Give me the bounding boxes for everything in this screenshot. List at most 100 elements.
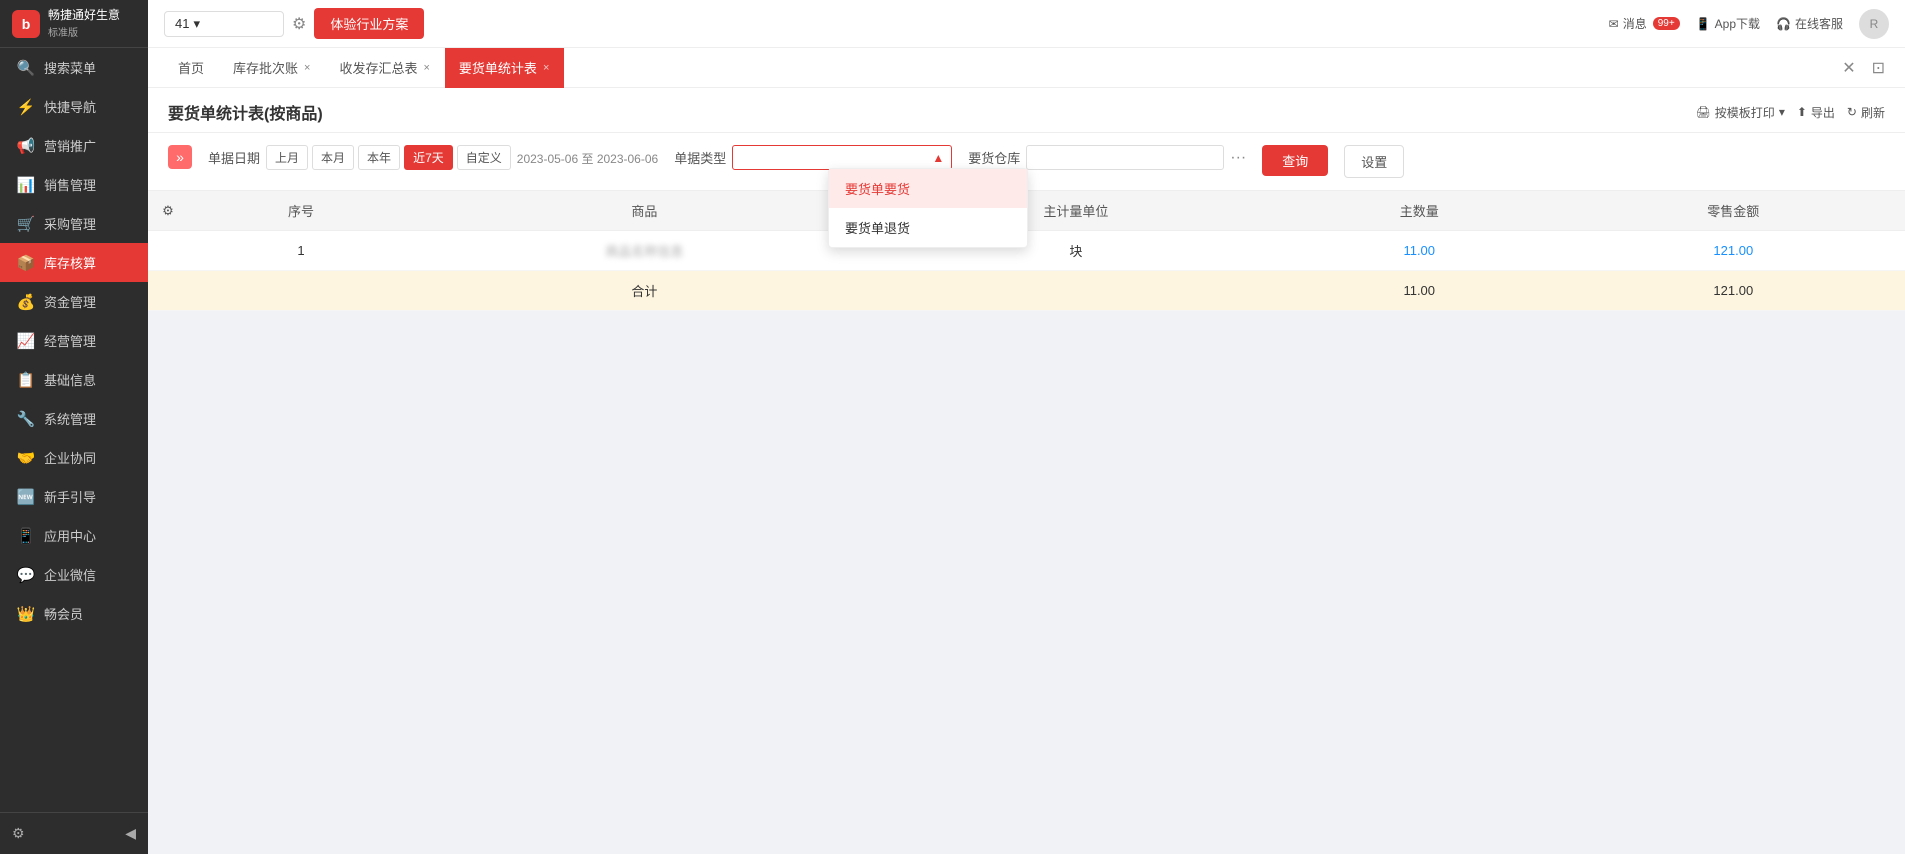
sidebar-item-members[interactable]: 👑 畅会员 (0, 594, 148, 633)
warehouse-filter-group: 要货仓库 ··· (968, 145, 1246, 170)
goods-name-blurred: 商品名称信息 (605, 244, 683, 259)
tab-recv-summary[interactable]: 收发存汇总表 × (325, 48, 444, 88)
cooperation-icon: 🤝 (16, 449, 36, 467)
user-avatar[interactable]: R (1859, 9, 1889, 39)
type-select-wrapper: ▲ (732, 145, 952, 170)
tab-inventory-batch[interactable]: 库存批次账 × (219, 48, 325, 88)
export-label: 导出 (1811, 104, 1835, 121)
sidebar-item-operations[interactable]: 📈 经营管理 (0, 321, 148, 360)
row-qty-link[interactable]: 11.00 (1403, 243, 1435, 258)
settings-btn[interactable]: 设置 (1344, 145, 1404, 178)
sidebar-item-sales[interactable]: 📊 销售管理 (0, 165, 148, 204)
operations-icon: 📈 (16, 332, 36, 350)
print-icon: 🖨 (1696, 105, 1711, 119)
footer-qty-cell: 11.00 (1277, 271, 1562, 311)
company-selector[interactable]: 41 ▾ (164, 11, 284, 37)
custom-btn[interactable]: 自定义 (457, 145, 511, 170)
this-year-btn[interactable]: 本年 (358, 145, 400, 170)
sidebar-item-label-finance: 资金管理 (44, 292, 96, 311)
sidebar-item-search[interactable]: 🔍 搜索菜单 (0, 48, 148, 87)
tab-requisition-stat-close[interactable]: × (543, 62, 549, 74)
app-name: 畅捷通好生意 (48, 8, 120, 24)
sidebar-item-cooperation[interactable]: 🤝 企业协同 (0, 438, 148, 477)
type-select-input[interactable] (732, 145, 952, 170)
sidebar-item-label-search: 搜索菜单 (44, 58, 96, 77)
this-month-btn[interactable]: 本月 (312, 145, 354, 170)
tab-home[interactable]: 首页 (164, 48, 219, 88)
date-filter-label: 单据日期 (208, 148, 260, 167)
close-all-tabs-btn[interactable]: ✕ (1838, 58, 1859, 78)
tab-inventory-batch-label: 库存批次账 (233, 58, 298, 77)
sidebar-item-app-center[interactable]: 📱 应用中心 (0, 516, 148, 555)
topbar: 41 ▾ ⚙ 体验行业方案 ✉ 消息 99+ 📱 App下载 🎧 在线客服 R (148, 0, 1905, 48)
date-quick-btns: 上月 本月 本年 近7天 自定义 (266, 145, 511, 170)
table-footer-row: 合计 11.00 121.00 (148, 271, 1905, 311)
table-qty-col-header: 主数量 (1277, 191, 1562, 231)
expand-tabs-btn[interactable]: ⊡ (1868, 58, 1889, 78)
company-dropdown-icon: ▾ (193, 16, 200, 32)
sidebar-item-label-guide: 新手引导 (44, 487, 96, 506)
sidebar-item-inventory[interactable]: 📦 库存核算 (0, 243, 148, 282)
app-version: 标准版 (48, 24, 120, 39)
page-content: 要货单统计表(按商品) 🖨 按模板打印 ▾ ⬆ 导出 ↻ 刷新 » (148, 88, 1905, 854)
sidebar-bottom: ⚙ ◀ (0, 812, 148, 854)
row-qty-cell: 11.00 (1277, 231, 1562, 271)
filter-expand-btn[interactable]: » (168, 145, 192, 169)
page-actions: 🖨 按模板打印 ▾ ⬆ 导出 ↻ 刷新 (1696, 104, 1885, 121)
footer-unit-cell (875, 271, 1277, 311)
last7-btn[interactable]: 近7天 (404, 145, 453, 170)
sidebar-item-basic-info[interactable]: 📋 基础信息 (0, 360, 148, 399)
print-dropdown-icon: ▾ (1779, 105, 1785, 119)
date-filter-group: 单据日期 上月 本月 本年 近7天 自定义 2023-05-06 至 2023-… (208, 145, 658, 170)
tab-recv-summary-close[interactable]: × (423, 62, 429, 74)
sales-icon: 📊 (16, 176, 36, 194)
tab-recv-summary-label: 收发存汇总表 (339, 58, 417, 77)
sidebar-item-finance[interactable]: 💰 资金管理 (0, 282, 148, 321)
trial-btn[interactable]: 体验行业方案 (314, 8, 424, 39)
app-download-label: App下载 (1715, 15, 1760, 32)
print-action[interactable]: 🖨 按模板打印 ▾ (1696, 104, 1785, 121)
collapse-sidebar-btn[interactable]: ◀ (121, 821, 140, 846)
tab-requisition-stat[interactable]: 要货单统计表 × (445, 48, 564, 88)
sidebar-item-label-wechat: 企业微信 (44, 565, 96, 584)
row-amount-link[interactable]: 121.00 (1713, 243, 1753, 258)
headset-icon: 🎧 (1776, 17, 1791, 31)
dropdown-item-requisition-return[interactable]: 要货单退货 (829, 208, 1027, 247)
app-center-icon: 📱 (16, 527, 36, 545)
warehouse-input[interactable] (1026, 145, 1224, 170)
page-title: 要货单统计表(按商品) (168, 100, 323, 124)
basic-info-icon: 📋 (16, 371, 36, 389)
tab-home-label: 首页 (178, 58, 204, 77)
marketing-icon: 📢 (16, 137, 36, 155)
settings-bottom-icon[interactable]: ⚙ (8, 821, 29, 846)
message-icon: ✉ (1609, 17, 1619, 31)
table-settings-col-header[interactable]: ⚙ (148, 191, 188, 231)
tab-inventory-batch-close[interactable]: × (304, 62, 310, 74)
sidebar-item-purchase[interactable]: 🛒 采购管理 (0, 204, 148, 243)
row-index-cell: 1 (188, 231, 414, 271)
dropdown-item-requisition-order[interactable]: 要货单要货 (829, 169, 1027, 208)
refresh-icon: ↻ (1847, 105, 1857, 119)
sidebar-item-system[interactable]: 🔧 系统管理 (0, 399, 148, 438)
query-btn[interactable]: 查询 (1262, 145, 1328, 176)
table-index-col-header: 序号 (188, 191, 414, 231)
sidebar-item-label-inventory: 库存核算 (44, 253, 96, 272)
refresh-action[interactable]: ↻ 刷新 (1847, 104, 1885, 121)
online-service-action[interactable]: 🎧 在线客服 (1776, 15, 1843, 32)
app-download-action[interactable]: 📱 App下载 (1696, 15, 1760, 32)
messages-action[interactable]: ✉ 消息 99+ (1609, 15, 1680, 32)
last-month-btn[interactable]: 上月 (266, 145, 308, 170)
type-filter-group: 单据类型 ▲ (674, 145, 952, 170)
settings-icon[interactable]: ⚙ (292, 14, 306, 34)
sidebar-item-quick-nav[interactable]: ⚡ 快捷导航 (0, 87, 148, 126)
guide-icon: 🆕 (16, 488, 36, 506)
sidebar-item-marketing[interactable]: 📢 营销推广 (0, 126, 148, 165)
table-goods-col-header: 商品 (414, 191, 875, 231)
wechat-icon: 💬 (16, 566, 36, 584)
export-action[interactable]: ⬆ 导出 (1797, 104, 1835, 121)
sidebar-item-label-marketing: 营销推广 (44, 136, 96, 155)
sidebar-item-guide[interactable]: 🆕 新手引导 (0, 477, 148, 516)
refresh-label: 刷新 (1861, 104, 1885, 121)
sidebar-item-wechat[interactable]: 💬 企业微信 (0, 555, 148, 594)
filter-more-icon[interactable]: ··· (1230, 149, 1246, 167)
